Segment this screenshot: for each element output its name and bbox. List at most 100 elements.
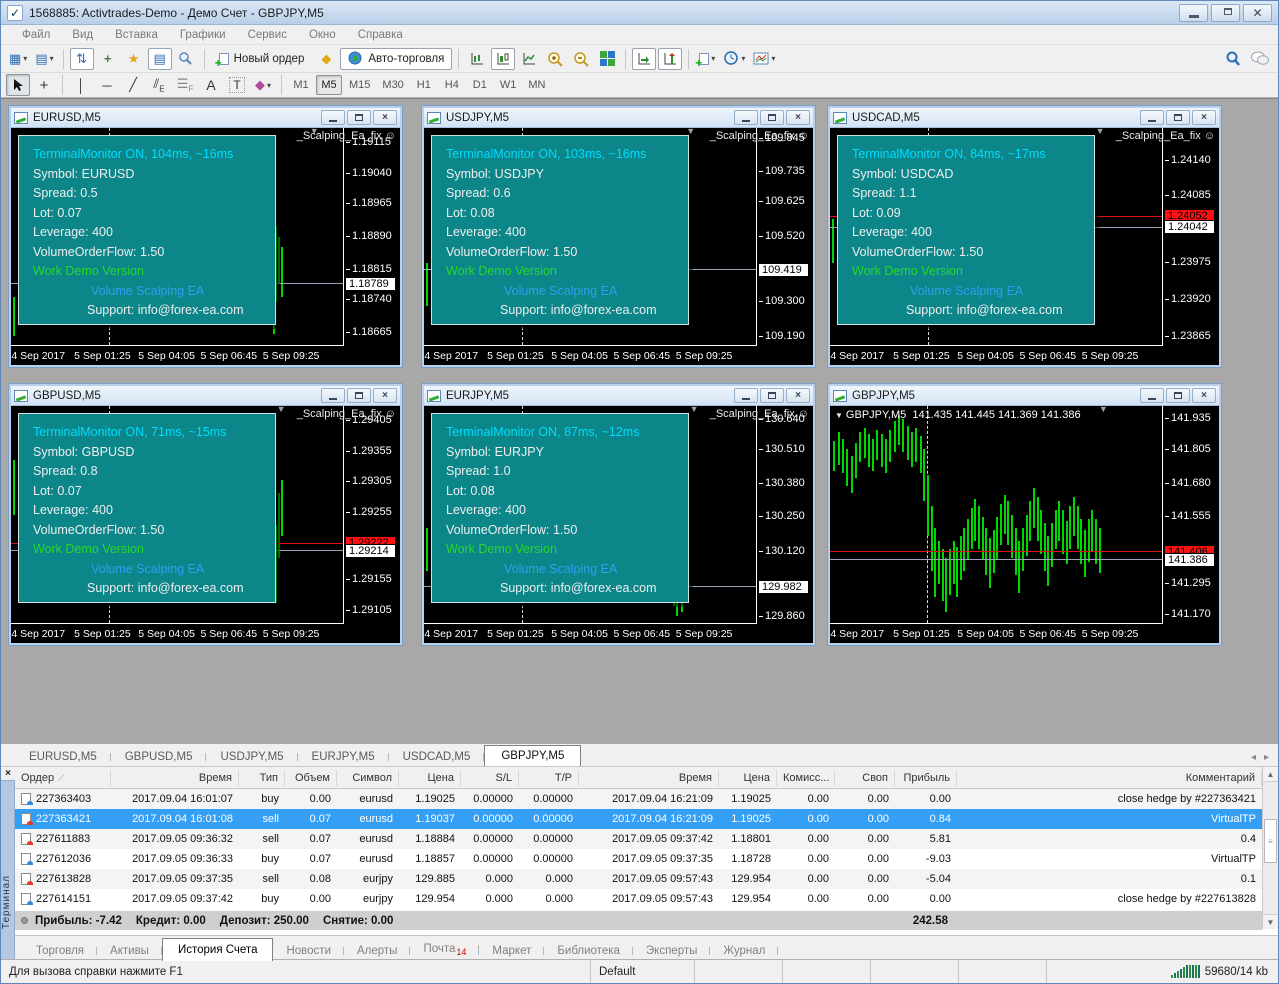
terminal-tab-market[interactable]: Маркет: [479, 941, 545, 961]
market-watch-button[interactable]: ⇅: [69, 47, 94, 70]
table-row[interactable]: 227612036 2017.09.05 09:36:33 buy 0.07 eurus…: [15, 849, 1262, 869]
line-chart-button[interactable]: [517, 48, 541, 70]
column-header-profit[interactable]: Прибыль: [895, 769, 957, 786]
terminal-tab-alerts[interactable]: Алерты: [344, 941, 411, 961]
tab-scroll-buttons[interactable]: ◂ ▸: [1248, 752, 1278, 766]
chart-title-bar[interactable]: USDCAD,M5 ×: [830, 108, 1219, 128]
chart-title-bar[interactable]: USDJPY,M5 ×: [424, 108, 813, 128]
price-scale[interactable]: 109.845 109.735 109.625 109.520 109.300 109.1…: [758, 128, 813, 346]
chart-restore-button[interactable]: [1166, 110, 1190, 125]
one-click-arrow-icon[interactable]: ▼: [835, 411, 843, 420]
new-chart-button[interactable]: ▦ ▾: [6, 48, 30, 70]
navigator-button[interactable]: ★: [122, 48, 146, 70]
horizontal-line-button[interactable]: ─: [95, 74, 119, 96]
trendline-button[interactable]: ╱: [121, 74, 145, 96]
menu-help[interactable]: Справка: [347, 27, 414, 43]
terminal-tab-trade[interactable]: Торговля: [23, 941, 98, 961]
terminal-tab-news[interactable]: Новости: [273, 941, 344, 961]
column-header-symbol[interactable]: Символ: [337, 769, 399, 786]
chart-body[interactable]: ▼ GBPJPY,M5 141.435 141.445 141.369 141.3…: [830, 406, 1219, 643]
timeframe-h4-button[interactable]: H4: [439, 75, 465, 95]
chart-title-bar[interactable]: EURUSD,M5 ×: [11, 108, 400, 128]
chart-plot-area[interactable]: TerminalMonitor ON, 84ms, ~17ms Symbol: …: [830, 128, 1163, 346]
column-header-volume[interactable]: Объем: [285, 769, 337, 786]
menu-file[interactable]: Файл: [11, 27, 61, 43]
chat-button[interactable]: [1247, 48, 1273, 70]
terminal-tab-library[interactable]: Библиотека: [544, 941, 633, 961]
scrollbar-thumb[interactable]: ≡: [1264, 819, 1277, 863]
chart-tab-usdcad[interactable]: USDCAD,M5: [389, 748, 485, 766]
bar-chart-button[interactable]: [465, 48, 489, 70]
tab-scroll-left-icon[interactable]: ◂: [1248, 752, 1259, 763]
time-axis[interactable]: 4 Sep 2017 5 Sep 01:25 5 Sep 04:05 5 Sep 06…: [830, 625, 1219, 643]
terminal-tab-mailbox[interactable]: Почта14: [410, 939, 480, 961]
price-scale[interactable]: 1.19115 1.19040 1.18965 1.18890 1.18815 1.187…: [345, 128, 400, 346]
table-row[interactable]: 227613828 2017.09.05 09:37:35 sell 0.08 eurj…: [15, 869, 1262, 889]
fibonacci-button[interactable]: ☰F: [173, 74, 197, 96]
equidistant-channel-button[interactable]: ⫽E: [147, 74, 171, 96]
chart-title-bar[interactable]: GBPJPY,M5 ×: [830, 386, 1219, 406]
zoom-in-button[interactable]: [543, 48, 567, 70]
templates-button[interactable]: ▾: [750, 48, 778, 70]
tile-windows-button[interactable]: [595, 48, 619, 70]
chart-minimize-button[interactable]: [321, 110, 345, 125]
strategy-tester-button[interactable]: [174, 48, 198, 70]
chart-title-bar[interactable]: GBPUSD,M5 ×: [11, 386, 400, 406]
title-bar[interactable]: ✓ 1568885: Activtrades-Demo - Демо Счет …: [1, 1, 1278, 25]
timeframe-d1-button[interactable]: D1: [467, 75, 493, 95]
time-axis[interactable]: 4 Sep 2017 5 Sep 01:25 5 Sep 04:05 5 Sep 06…: [11, 347, 400, 365]
price-scale[interactable]: 130.640 130.510 130.380 130.250 130.120 129.8…: [758, 406, 813, 624]
timeframe-m1-button[interactable]: M1: [288, 75, 314, 95]
price-scale[interactable]: 141.935 141.805 141.680 141.555 141.295 141.1…: [1164, 406, 1219, 624]
restore-button[interactable]: [1211, 3, 1240, 22]
chart-minimize-button[interactable]: [734, 110, 758, 125]
terminal-close-icon[interactable]: ×: [1, 767, 15, 781]
close-button[interactable]: ✕: [1243, 3, 1272, 22]
column-header-order[interactable]: Ордер ⟋: [15, 769, 111, 786]
chart-close-button[interactable]: ×: [373, 110, 397, 125]
candlestick-button[interactable]: [491, 47, 516, 70]
minimize-button[interactable]: [1179, 3, 1208, 22]
timeframe-m30-button[interactable]: M30: [377, 75, 408, 95]
chart-close-button[interactable]: ×: [373, 388, 397, 403]
column-header-time2[interactable]: Время: [579, 769, 719, 786]
timeframe-h1-button[interactable]: H1: [411, 75, 437, 95]
column-header-type[interactable]: Тип: [239, 769, 285, 786]
time-axis[interactable]: 4 Sep 2017 5 Sep 01:25 5 Sep 04:05 5 Sep 06…: [11, 625, 400, 643]
periods-button[interactable]: ▾: [721, 48, 748, 70]
column-header-price[interactable]: Цена: [399, 769, 461, 786]
timeframe-m5-button[interactable]: M5: [316, 75, 342, 95]
chart-restore-button[interactable]: [347, 110, 371, 125]
time-axis[interactable]: 4 Sep 2017 5 Sep 01:25 5 Sep 04:05 5 Sep 06…: [424, 347, 813, 365]
profiles-button[interactable]: ▤ ▾: [32, 48, 56, 70]
menu-insert[interactable]: Вставка: [104, 27, 169, 43]
chart-close-button[interactable]: ×: [1192, 388, 1216, 403]
terminal-button[interactable]: ▤: [147, 47, 172, 70]
menu-window[interactable]: Окно: [298, 27, 347, 43]
table-row[interactable]: 227363403 2017.09.04 16:01:07 buy 0.00 eurus…: [15, 789, 1262, 809]
vertical-scrollbar[interactable]: ▲ ≡ ▼: [1262, 767, 1278, 929]
metaeditor-button[interactable]: ◆: [314, 48, 338, 70]
chart-plot-area[interactable]: TerminalMonitor ON, 104ms, ~16ms Symbol:…: [11, 128, 344, 346]
chart-body[interactable]: TerminalMonitor ON, 104ms, ~16ms Symbol:…: [11, 128, 400, 365]
time-axis[interactable]: 4 Sep 2017 5 Sep 01:25 5 Sep 04:05 5 Sep 06…: [830, 347, 1219, 365]
column-header-sl[interactable]: S/L: [461, 769, 519, 786]
column-header-swap[interactable]: Своп: [835, 769, 895, 786]
chart-plot-area[interactable]: TerminalMonitor ON, 87ms, ~12ms Symbol: …: [424, 406, 757, 624]
column-header-time[interactable]: Время: [111, 769, 239, 786]
indicators-button[interactable]: + ▾: [695, 48, 719, 70]
terminal-tab-assets[interactable]: Активы: [97, 941, 162, 961]
chart-close-button[interactable]: ×: [786, 388, 810, 403]
chart-tab-eurjpy[interactable]: EURJPY,M5: [298, 748, 389, 766]
chart-restore-button[interactable]: [347, 388, 371, 403]
chart-title-bar[interactable]: EURJPY,M5 ×: [424, 386, 813, 406]
chart-body[interactable]: TerminalMonitor ON, 103ms, ~16ms Symbol:…: [424, 128, 813, 365]
new-order-button[interactable]: + Новый ордер: [211, 48, 313, 70]
terminal-tab-journal[interactable]: Журнал: [710, 941, 779, 961]
table-row[interactable]: 227363421 2017.09.04 16:01:08 sell 0.07 euru…: [15, 809, 1262, 829]
chart-plot-area[interactable]: TerminalMonitor ON, 103ms, ~16ms Symbol:…: [424, 128, 757, 346]
chart-body[interactable]: TerminalMonitor ON, 84ms, ~17ms Symbol: …: [830, 128, 1219, 365]
chart-tab-gbpusd[interactable]: GBPUSD,M5: [111, 748, 207, 766]
cursor-button[interactable]: [6, 74, 30, 96]
crosshair-button[interactable]: +: [32, 74, 56, 96]
